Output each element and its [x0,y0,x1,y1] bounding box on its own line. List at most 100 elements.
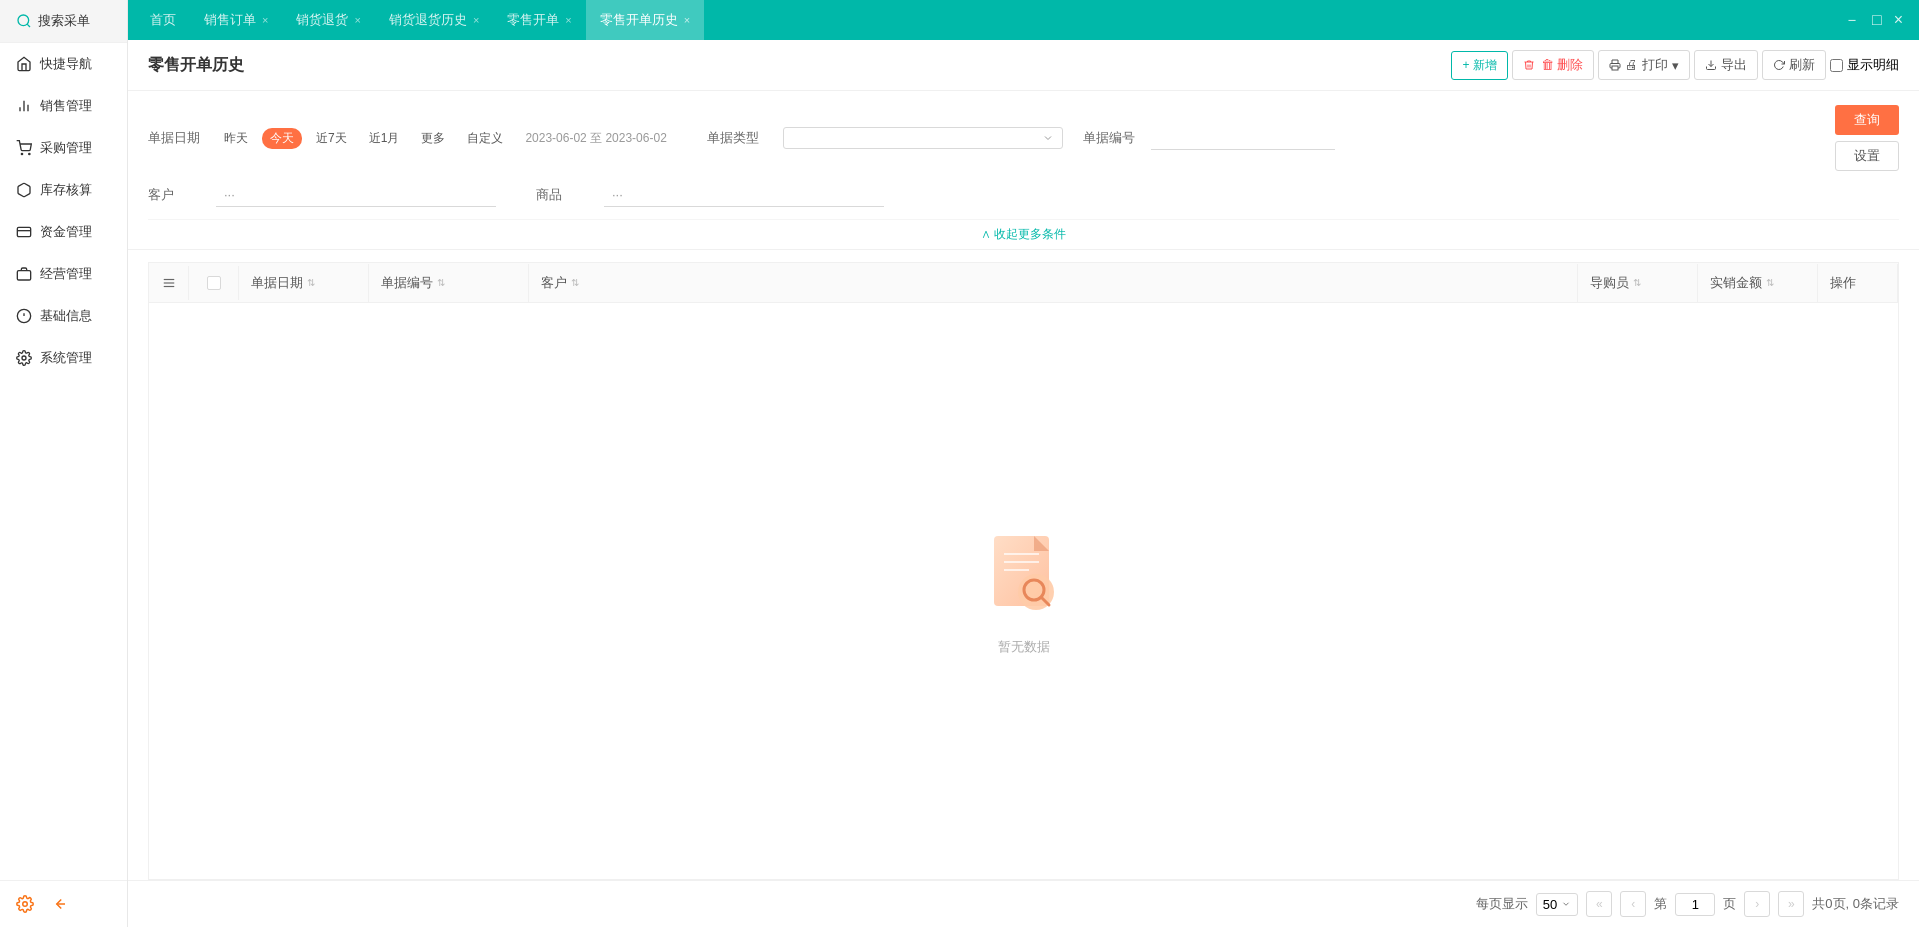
svg-point-0 [18,15,29,26]
tab-close-sales-return-history[interactable]: × [473,14,479,26]
svg-rect-7 [17,227,30,236]
sidebar-item-finance[interactable]: 资金管理 [0,211,127,253]
th-date[interactable]: 单据日期 ⇅ [239,264,369,302]
shopping-icon [16,140,32,156]
sort-amount-icon: ⇅ [1766,277,1774,288]
settings-icon [16,350,32,366]
search-icon [16,13,32,29]
tab-retail-history[interactable]: 零售开单历史 × [586,0,704,40]
sidebar-item-sales-mgmt[interactable]: 销售管理 [0,85,127,127]
sidebar-item-label: 资金管理 [40,223,92,241]
tab-close-retail-history[interactable]: × [684,14,690,26]
svg-point-14 [23,902,28,907]
customer-input[interactable] [216,183,496,207]
sidebar-item-inventory[interactable]: 库存核算 [0,169,127,211]
date-btn-custom[interactable]: 自定义 [459,128,511,149]
sidebar-item-business[interactable]: 经营管理 [0,253,127,295]
type-label: 单据类型 [707,129,775,147]
print-button[interactable]: 🖨 打印 ▾ [1598,50,1690,80]
filter-row-customer: 客户 商品 [148,183,1899,207]
page-title: 零售开单历史 [148,55,1447,76]
date-btn-more[interactable]: 更多 [413,128,453,149]
main-content: 首页 销售订单 × 销货退货 × 销货退货历史 × 零售开单 × 零售开单历史 … [128,0,1919,927]
chevron-down-icon [1042,132,1054,144]
export-button[interactable]: 导出 [1694,50,1758,80]
th-number[interactable]: 单据编号 ⇅ [369,264,529,302]
tab-sales-order[interactable]: 销售订单 × [190,0,282,40]
tab-sales-return-history[interactable]: 销货退货历史 × [375,0,493,40]
box-icon [16,182,32,198]
sidebar-item-system[interactable]: 系统管理 [0,337,127,379]
sort-customer-icon: ⇅ [571,277,579,288]
select-all-checkbox[interactable] [207,276,221,290]
delete-button[interactable]: 🗑 删除 [1512,50,1595,80]
add-button[interactable]: + 新增 [1451,51,1507,80]
tab-close-sales-order[interactable]: × [262,14,268,26]
sort-number-icon: ⇅ [437,277,445,288]
page-size-select[interactable]: 50 [1536,893,1578,916]
table-header: 单据日期 ⇅ 单据编号 ⇅ 客户 ⇅ 导购员 ⇅ 实销金额 ⇅ [148,262,1899,302]
th-guide[interactable]: 导购员 ⇅ [1578,264,1698,302]
sort-guide-icon: ⇅ [1633,277,1641,288]
refresh-button[interactable]: 刷新 [1762,50,1826,80]
chart-icon [16,98,32,114]
sidebar-item-label: 快捷导航 [40,55,92,73]
page-label-after: 页 [1723,895,1736,913]
tab-close-retail-open[interactable]: × [565,14,571,26]
sidebar-search[interactable]: 搜索采单 [0,0,127,43]
close-btn[interactable]: × [1894,11,1903,29]
tab-retail-open[interactable]: 零售开单 × [493,0,585,40]
th-action: 操作 [1818,264,1898,302]
type-select[interactable] [783,127,1063,149]
sidebar-item-label: 库存核算 [40,181,92,199]
th-check[interactable] [189,266,239,300]
display-detail-checkbox[interactable]: 显示明细 [1830,56,1899,74]
tab-close-sales-return[interactable]: × [354,14,360,26]
filter-settings-button[interactable]: 设置 [1835,141,1899,171]
tab-bar: 首页 销售订单 × 销货退货 × 销货退货历史 × 零售开单 × 零售开单历史 … [128,0,1919,40]
page-number-input[interactable]: 1 [1675,893,1715,916]
sidebar-item-basic-info[interactable]: 基础信息 [0,295,127,337]
th-customer[interactable]: 客户 ⇅ [529,264,1578,302]
prev-page-btn[interactable]: ‹ [1620,891,1646,917]
svg-point-5 [21,153,22,154]
th-settings[interactable] [149,266,189,300]
date-btn-last7[interactable]: 近7天 [308,128,355,149]
svg-rect-9 [17,271,30,280]
date-btn-today[interactable]: 今天 [262,128,302,149]
date-btn-last1m[interactable]: 近1月 [361,128,408,149]
customer-label: 客户 [148,186,216,204]
first-page-btn[interactable]: « [1586,891,1612,917]
tab-home[interactable]: 首页 [136,0,190,40]
sidebar-item-purchase-mgmt[interactable]: 采购管理 [0,127,127,169]
gear-icon[interactable] [16,895,34,913]
sidebar-item-label: 基础信息 [40,307,92,325]
maximize-btn[interactable]: □ [1872,11,1882,29]
goods-input[interactable] [604,183,884,207]
sidebar-bottom [0,880,127,927]
th-amount[interactable]: 实销金额 ⇅ [1698,264,1818,302]
collapse-more-btn[interactable]: ∧ 收起更多条件 [148,219,1899,249]
toolbar: 零售开单历史 + 新增 🗑 删除 🖨 打印 ▾ 导出 [128,40,1919,91]
date-btn-yesterday[interactable]: 昨天 [216,128,256,149]
date-filter-buttons: 昨天 今天 近7天 近1月 更多 自定义 2023-06-02 至 2023-0… [216,128,667,149]
svg-rect-16 [1612,66,1618,70]
sidebar-item-label: 经营管理 [40,265,92,283]
next-page-btn[interactable]: › [1744,891,1770,917]
page-size-chevron-icon [1561,899,1571,909]
sidebar-item-quick-nav[interactable]: 快捷导航 [0,43,127,85]
tab-sales-return[interactable]: 销货退货 × [282,0,374,40]
page-size-value: 50 [1543,897,1557,912]
minimize-btn[interactable]: － [1844,10,1860,31]
refresh-icon [1773,59,1785,71]
page-content: 零售开单历史 + 新增 🗑 删除 🖨 打印 ▾ 导出 [128,40,1919,927]
query-buttons: 查询 设置 [1835,105,1899,171]
last-page-btn[interactable]: » [1778,891,1804,917]
query-button[interactable]: 查询 [1835,105,1899,135]
collapse-icon[interactable] [50,895,68,913]
print-icon [1609,59,1621,71]
sidebar-item-label: 系统管理 [40,349,92,367]
pagination: 每页显示 50 « ‹ 第 1 页 › » 共0页, 0条记录 [128,880,1919,927]
table-area: 单据日期 ⇅ 单据编号 ⇅ 客户 ⇅ 导购员 ⇅ 实销金额 ⇅ [128,250,1919,880]
number-input[interactable] [1151,126,1335,150]
